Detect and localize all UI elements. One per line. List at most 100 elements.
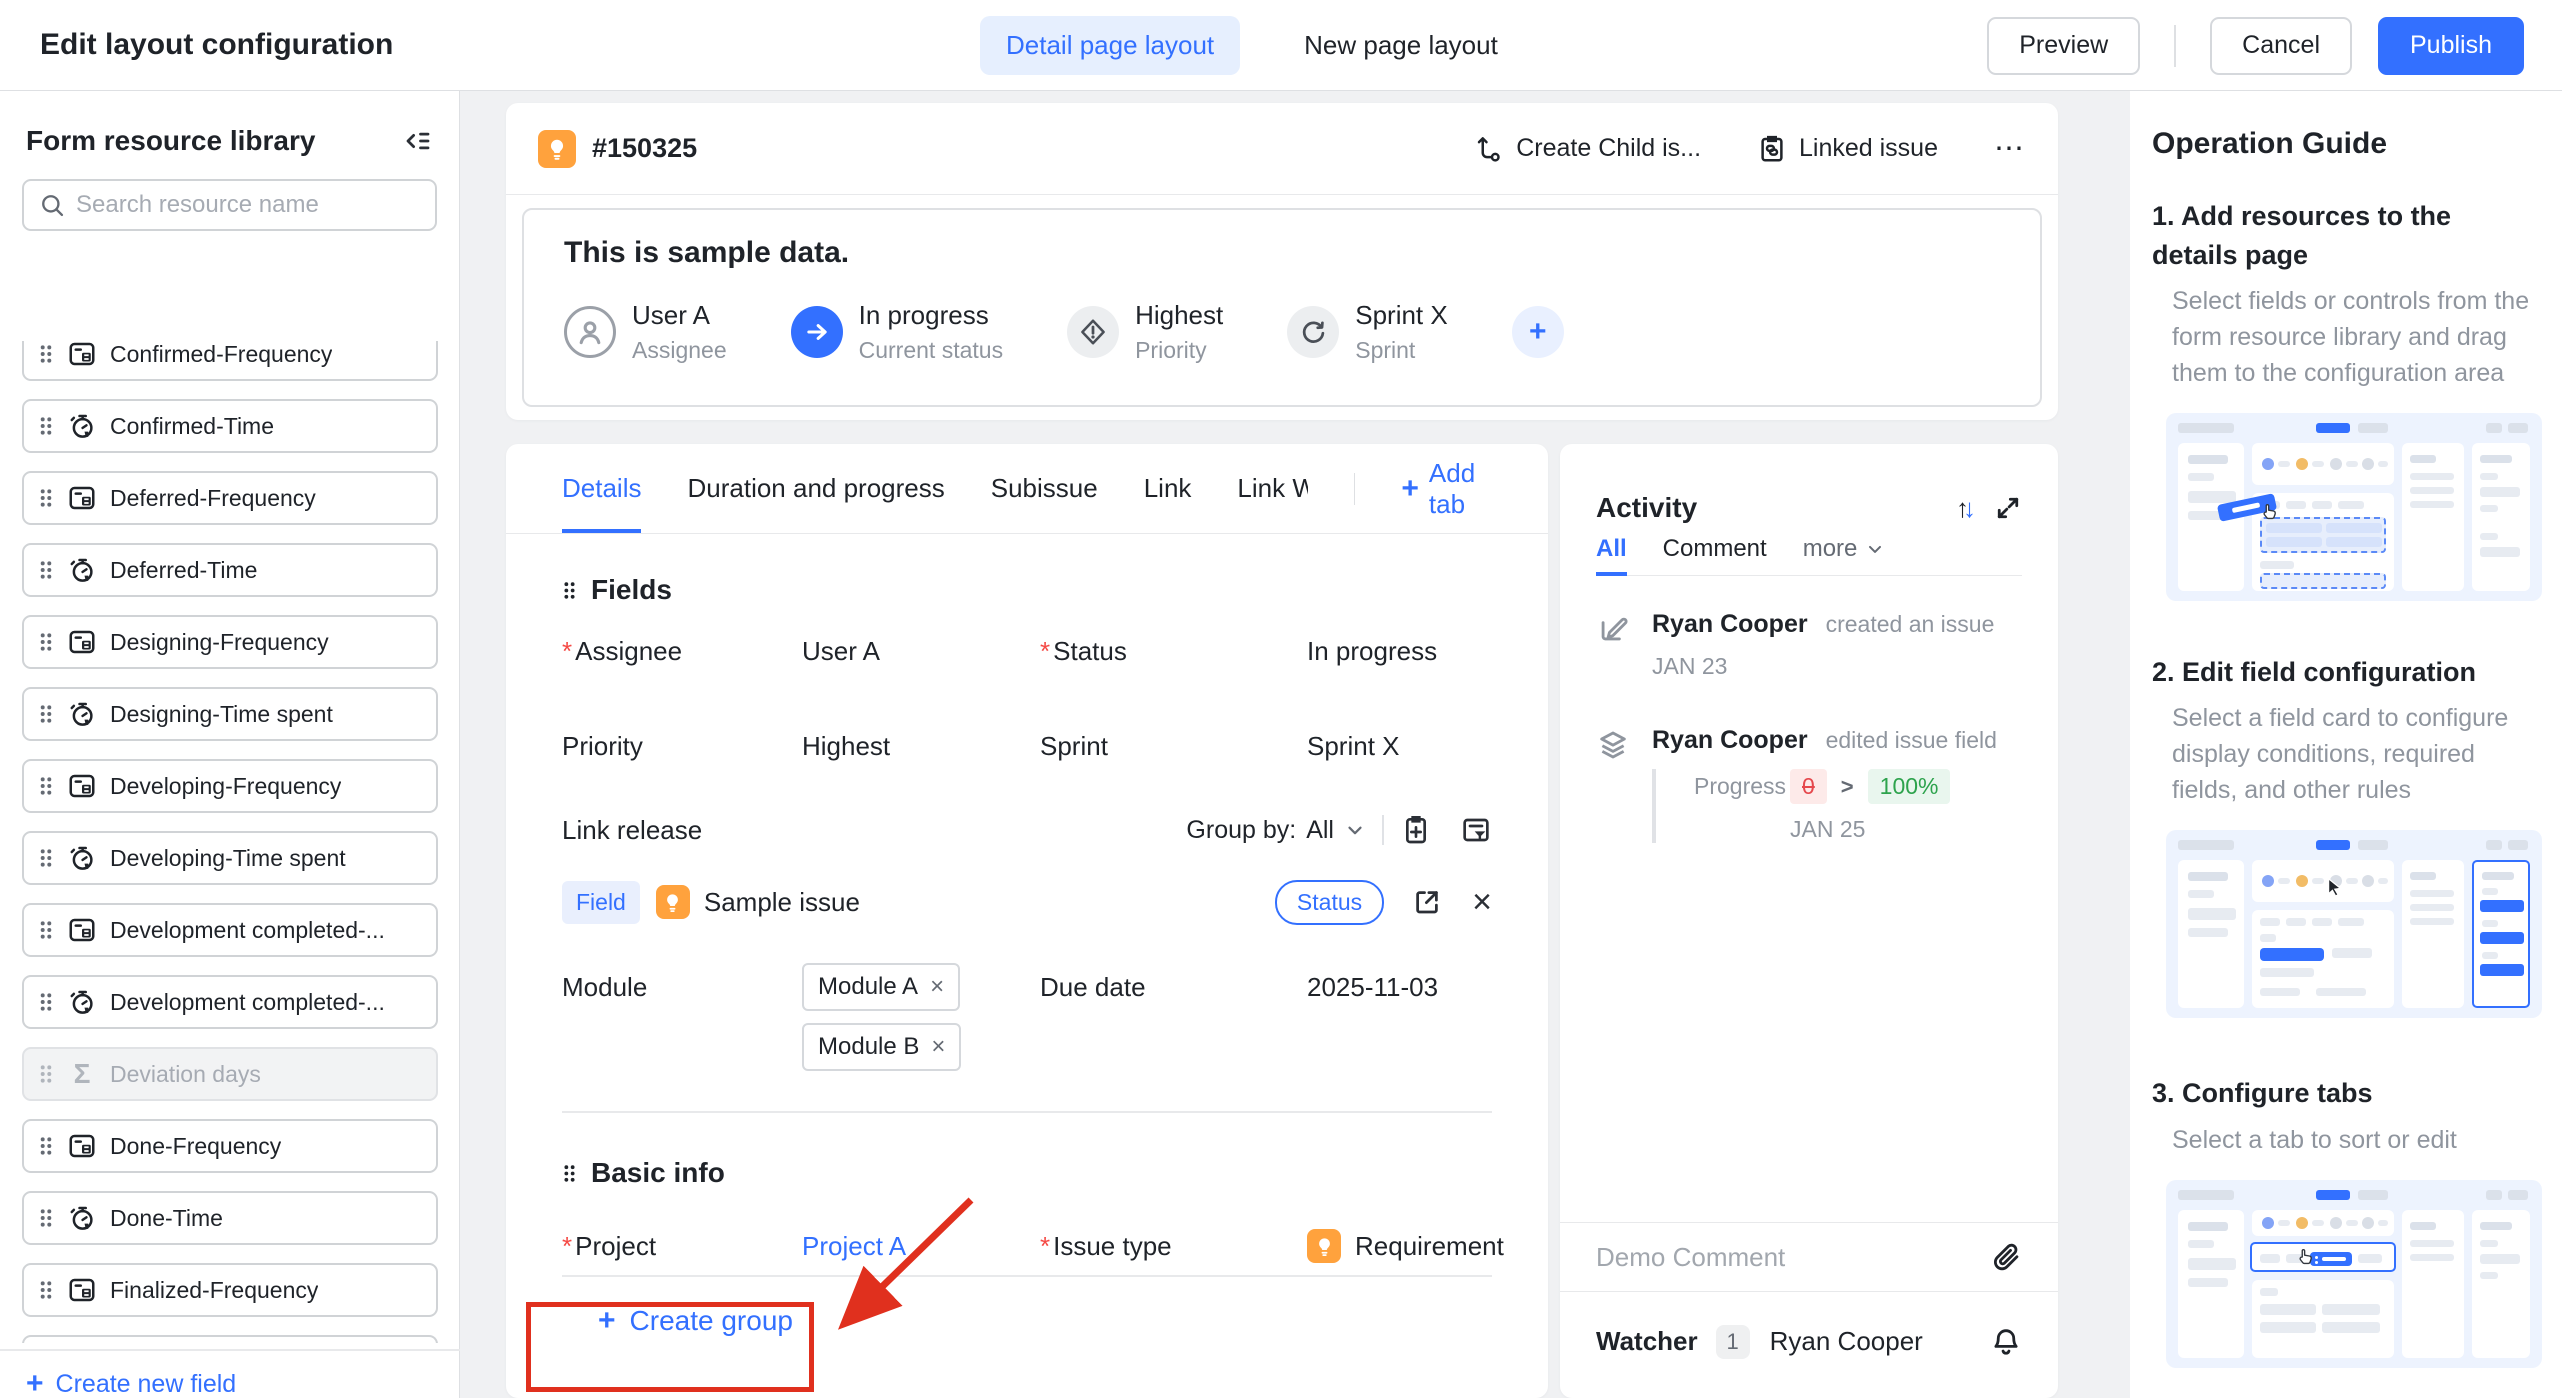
resource-item-label: Developing-Frequency — [110, 772, 342, 799]
drag-handle-icon[interactable] — [562, 580, 577, 601]
open-in-new-icon[interactable] — [1412, 887, 1442, 917]
sprint-chip[interactable]: Sprint X Sprint — [1287, 300, 1448, 364]
guide-illustration-configure-tabs — [2166, 1179, 2542, 1368]
tab-duration-and-progress[interactable]: Duration and progress — [687, 444, 944, 533]
resource-item[interactable]: Deferred-Frequency — [22, 471, 438, 525]
drag-handle-icon[interactable] — [38, 1063, 54, 1085]
guide-step-3-heading: 3. Configure tabs — [2152, 1078, 2373, 1109]
collapse-panel-icon[interactable] — [403, 126, 433, 156]
activity-tab-more[interactable]: more — [1803, 535, 1886, 575]
entry-action: created an issue — [1825, 611, 1995, 637]
remove-icon[interactable]: × — [931, 1033, 945, 1061]
drag-handle-icon[interactable] — [38, 631, 54, 653]
required-asterisk: * — [1040, 1230, 1051, 1261]
watcher-count-badge: 1 — [1715, 1324, 1750, 1359]
issue-type-icon — [1307, 1229, 1341, 1263]
sample-data-box: This is sample data. User A Assignee In … — [522, 208, 2042, 407]
field-value-issue-type[interactable]: Requirement — [1307, 1229, 1504, 1263]
preview-button[interactable]: Preview — [1987, 16, 2141, 75]
drag-handle-icon[interactable] — [38, 343, 54, 365]
drag-handle-icon[interactable] — [38, 703, 54, 725]
drag-handle-icon[interactable] — [38, 415, 54, 437]
module-option-chip[interactable]: Module A × — [802, 963, 961, 1011]
tab-detail-page-layout[interactable]: Detail page layout — [980, 16, 1241, 75]
layers-icon — [1596, 726, 1630, 843]
guide-step-3-body: Select a tab to sort or edit — [2172, 1125, 2457, 1154]
drag-handle-icon[interactable] — [38, 919, 54, 941]
resource-search[interactable] — [22, 179, 437, 231]
search-input[interactable] — [76, 191, 421, 219]
resource-item[interactable]: Developing-Time spent — [22, 831, 438, 885]
activity-panel: Activity ↑↓ All Comment more Ryan Cooper… — [1560, 444, 2058, 1398]
linked-issue-button[interactable]: Linked issue — [1757, 134, 1938, 164]
field-value-priority[interactable]: Highest — [802, 731, 1040, 762]
resource-item[interactable]: Developing-Frequency — [22, 759, 438, 813]
activity-tab-comment[interactable]: Comment — [1663, 535, 1767, 575]
sort-order-icon[interactable]: ↑↓ — [1956, 493, 1976, 524]
tab-link[interactable]: Link — [1144, 444, 1192, 533]
resource-item[interactable]: Confirmed-Frequency — [22, 341, 438, 381]
more-button[interactable]: ⋯ — [1994, 131, 2026, 166]
drag-handle-icon[interactable] — [38, 991, 54, 1013]
frequency-field-icon — [67, 341, 97, 369]
comment-input[interactable]: Demo Comment — [1560, 1222, 2058, 1291]
module-option-chip[interactable]: Module B × — [802, 1023, 962, 1071]
paperclip-icon[interactable] — [1990, 1241, 2022, 1273]
drag-handle-icon[interactable] — [38, 775, 54, 797]
current-status-chip[interactable]: In progress Current status — [790, 300, 1003, 364]
bell-icon[interactable] — [1990, 1326, 2022, 1358]
resource-item[interactable]: Designing-Frequency — [22, 615, 438, 669]
remove-icon[interactable]: × — [930, 973, 944, 1001]
create-new-field-button[interactable]: + Create new field — [26, 1369, 236, 1398]
field-value-status[interactable]: In progress — [1307, 636, 1492, 667]
entry-date: JAN 25 — [1790, 816, 1866, 842]
drag-handle-icon[interactable] — [38, 1279, 54, 1301]
resource-item[interactable]: Confirmed-Time — [22, 399, 438, 453]
resource-item[interactable]: Done-Frequency — [22, 1119, 438, 1173]
guide-step-2-body: Select a field card to configure display… — [2172, 704, 2509, 805]
field-value-due-date[interactable]: 2025-11-03 — [1307, 972, 1492, 1071]
priority-chip[interactable]: Highest Priority — [1067, 300, 1223, 364]
group-by-dropdown[interactable]: Group by: All — [1186, 816, 1366, 845]
cancel-button[interactable]: Cancel — [2210, 16, 2352, 75]
drag-handle-icon[interactable] — [38, 1207, 54, 1229]
resource-item-label: Confirmed-Frequency — [110, 341, 333, 367]
resource-item[interactable]: Development completed-... — [22, 975, 438, 1029]
resource-item[interactable]: Finalized-Frequency — [22, 1263, 438, 1317]
add-field-chip-button[interactable]: + — [1511, 306, 1564, 358]
user-name[interactable]: Ryan Cooper — [1652, 610, 1808, 639]
resource-item[interactable]: Designing-Time spent — [22, 687, 438, 741]
resource-item[interactable]: Deferred-Time — [22, 543, 438, 597]
create-child-issue-button[interactable]: Create Child is... — [1474, 134, 1701, 164]
drag-handle-icon[interactable] — [38, 847, 54, 869]
field-value-assignee[interactable]: User A — [802, 636, 1040, 667]
drag-handle-icon[interactable] — [562, 1163, 577, 1184]
status-pill[interactable]: Status — [1274, 879, 1385, 925]
activity-tab-all[interactable]: All — [1596, 535, 1627, 576]
resource-item[interactable]: Development completed-... — [22, 903, 438, 957]
drag-handle-icon[interactable] — [38, 487, 54, 509]
resource-item-label: Developing-Time spent — [110, 844, 346, 871]
drag-handle-icon[interactable] — [38, 559, 54, 581]
add-tab-button[interactable]: + Add tab — [1401, 458, 1492, 520]
create-group-button[interactable]: + Create group — [598, 1305, 1492, 1337]
assignee-chip[interactable]: User A Assignee — [564, 300, 727, 364]
expand-icon[interactable] — [1994, 494, 2022, 522]
filter-view-icon[interactable] — [1460, 814, 1492, 846]
drag-handle-icon[interactable] — [38, 1135, 54, 1157]
field-value-sprint[interactable]: Sprint X — [1307, 731, 1492, 762]
add-linked-record-icon[interactable] — [1400, 814, 1432, 846]
tab-details[interactable]: Details — [562, 444, 642, 533]
tab-link-wil[interactable]: Link Wil — [1237, 444, 1307, 533]
tab-new-page-layout[interactable]: New page layout — [1278, 16, 1524, 75]
watcher-name[interactable]: Ryan Cooper — [1770, 1326, 1923, 1357]
close-icon[interactable]: × — [1472, 885, 1492, 919]
user-name[interactable]: Ryan Cooper — [1652, 726, 1808, 755]
tab-subissue[interactable]: Subissue — [991, 444, 1098, 533]
linked-issue-title[interactable]: Sample issue — [704, 887, 860, 918]
publish-button[interactable]: Publish — [2378, 16, 2524, 75]
resource-item-disabled[interactable]: Σ Deviation days — [22, 1047, 438, 1101]
resource-item[interactable]: Done-Time — [22, 1191, 438, 1245]
activity-entry: Ryan Cooper created an issue JAN 23 — [1596, 610, 2022, 680]
field-value-project[interactable]: Project A — [802, 1231, 1040, 1262]
